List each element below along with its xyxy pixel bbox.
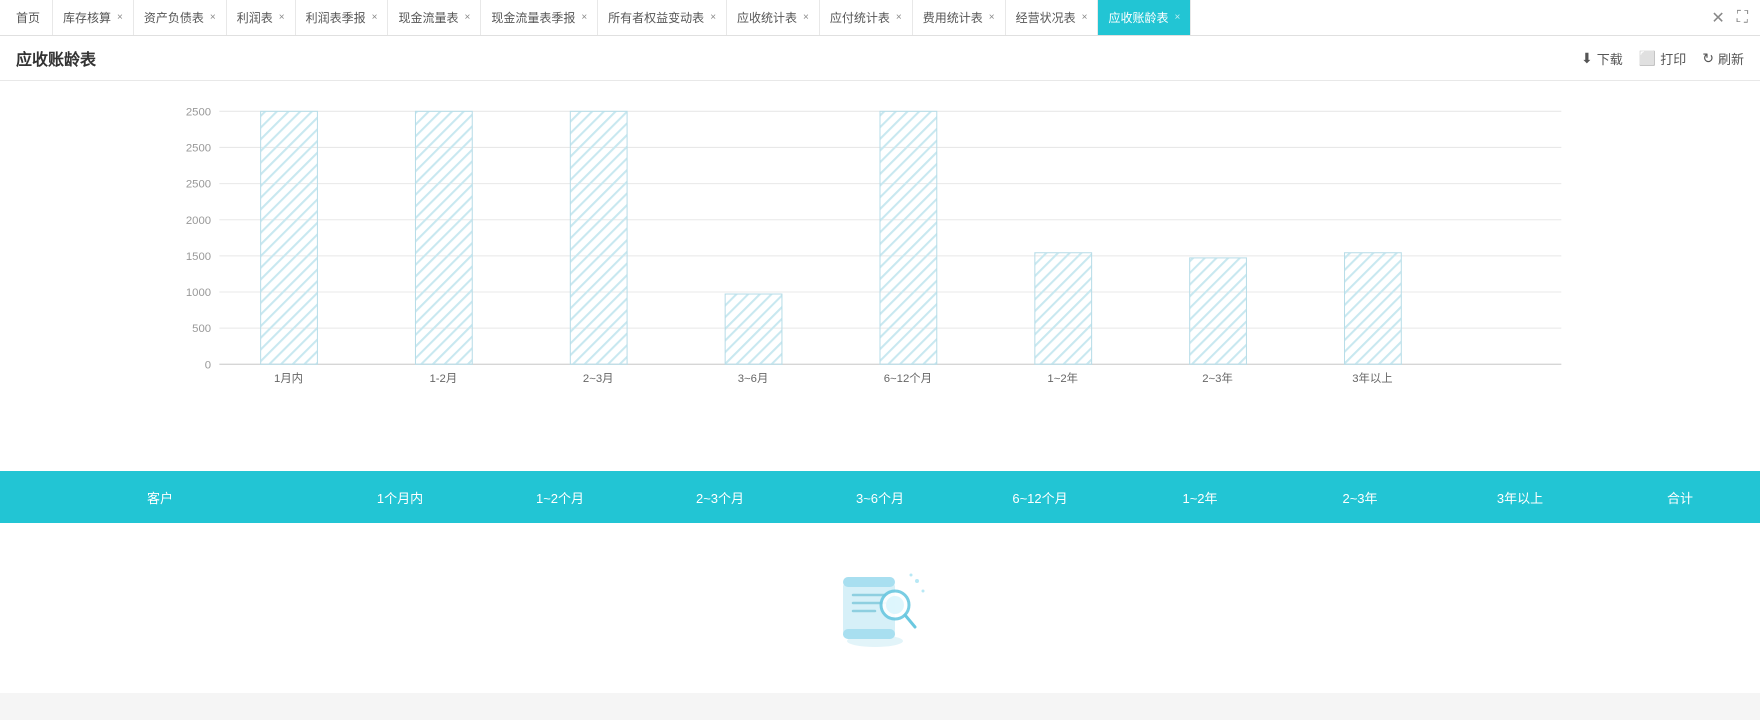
col-6-12month: 6~12个月 [960, 488, 1120, 507]
tab-profit[interactable]: 利润表 × [227, 0, 296, 36]
tab-cashflow-quarterly[interactable]: 现金流量表季报 × [481, 0, 598, 36]
tab-operations-close[interactable]: × [1082, 12, 1088, 23]
tab-balance-sheet[interactable]: 资产负债表 × [134, 0, 227, 36]
col-3plus-year: 3年以上 [1440, 488, 1600, 507]
download-icon: ⬇ [1581, 50, 1593, 67]
print-icon: ⬜ [1639, 50, 1656, 67]
svg-text:2500: 2500 [186, 106, 211, 118]
tab-bar-actions: ✕ ⛶ [1707, 8, 1756, 28]
svg-text:2~3月: 2~3月 [583, 373, 614, 385]
tab-aging[interactable]: 应收账龄表 × [1098, 0, 1191, 36]
page-title: 应收账龄表 [16, 46, 96, 70]
svg-text:2500: 2500 [186, 179, 211, 191]
col-total: 合计 [1600, 488, 1760, 507]
svg-text:2000: 2000 [186, 215, 211, 227]
svg-text:2500: 2500 [186, 143, 211, 155]
col-3-6month: 3~6个月 [800, 488, 960, 507]
main-content: 2500 2500 2500 2000 1500 1000 500 0 [0, 81, 1760, 693]
svg-text:3年以上: 3年以上 [1352, 371, 1392, 385]
tab-inventory-close[interactable]: × [117, 12, 123, 23]
col-1-2year: 1~2年 [1120, 488, 1280, 507]
svg-text:6~12个月: 6~12个月 [884, 372, 932, 385]
tab-inventory[interactable]: 库存核算 × [53, 0, 134, 36]
table-header: 客户 1个月内 1~2个月 2~3个月 3~6个月 6~12个月 1~2年 2~… [0, 471, 1760, 523]
svg-text:1月内: 1月内 [274, 371, 303, 385]
svg-text:1000: 1000 [186, 287, 211, 299]
tab-expense-stat-close[interactable]: × [989, 12, 995, 23]
col-1month: 1个月内 [320, 488, 480, 507]
header-actions: ⬇ 下载 ⬜ 打印 ↻ 刷新 [1581, 49, 1744, 68]
col-2-3year: 2~3年 [1280, 488, 1440, 507]
tab-cashflow[interactable]: 现金流量表 × [388, 0, 481, 36]
tab-aging-close[interactable]: × [1174, 12, 1180, 23]
tab-cashflow-quarterly-close[interactable]: × [581, 12, 587, 23]
chart-area: 2500 2500 2500 2000 1500 1000 500 0 [0, 81, 1760, 471]
tab-receivable-stat[interactable]: 应收统计表 × [727, 0, 820, 36]
tab-cashflow-close[interactable]: × [464, 12, 470, 23]
svg-text:2~3年: 2~3年 [1202, 371, 1233, 385]
tab-operations[interactable]: 经营状况表 × [1006, 0, 1099, 36]
tab-profit-close[interactable]: × [279, 12, 285, 23]
tab-equity[interactable]: 所有者权益变动表 × [598, 0, 727, 36]
svg-text:500: 500 [192, 323, 211, 335]
col-1-2month: 1~2个月 [480, 488, 640, 507]
download-button[interactable]: ⬇ 下载 [1581, 49, 1623, 68]
chart-container: 2500 2500 2500 2000 1500 1000 500 0 [30, 101, 1730, 421]
tab-balance-sheet-close[interactable]: × [210, 12, 216, 23]
tab-home[interactable]: 首页 [4, 0, 53, 36]
bar-chart: 2500 2500 2500 2000 1500 1000 500 0 [30, 101, 1730, 421]
svg-text:3~6月: 3~6月 [738, 373, 769, 385]
tab-payable-stat[interactable]: 应付统计表 × [820, 0, 913, 36]
tab-equity-close[interactable]: × [710, 12, 716, 23]
tab-bar: 首页 库存核算 × 资产负债表 × 利润表 × 利润表季报 × 现金流量表 × … [0, 0, 1760, 36]
col-customer: 客户 [0, 488, 320, 507]
window-maximize-btn[interactable]: ⛶ [1733, 9, 1752, 27]
svg-text:1500: 1500 [186, 251, 211, 263]
tab-profit-quarterly[interactable]: 利润表季报 × [296, 0, 389, 36]
tab-payable-stat-close[interactable]: × [896, 12, 902, 23]
empty-illustration [825, 563, 935, 653]
page-header: 应收账龄表 ⬇ 下载 ⬜ 打印 ↻ 刷新 [0, 36, 1760, 81]
svg-text:1-2月: 1-2月 [429, 373, 457, 385]
svg-text:1~2年: 1~2年 [1047, 371, 1078, 385]
window-close-btn[interactable]: ✕ [1707, 8, 1728, 28]
col-2-3month: 2~3个月 [640, 488, 800, 507]
empty-state [0, 523, 1760, 693]
tab-expense-stat[interactable]: 费用统计表 × [913, 0, 1006, 36]
print-button[interactable]: ⬜ 打印 [1639, 49, 1686, 68]
refresh-icon: ↻ [1702, 50, 1714, 67]
refresh-button[interactable]: ↻ 刷新 [1702, 49, 1744, 68]
svg-text:0: 0 [205, 359, 211, 371]
tab-receivable-stat-close[interactable]: × [803, 12, 809, 23]
tab-profit-quarterly-close[interactable]: × [372, 12, 378, 23]
